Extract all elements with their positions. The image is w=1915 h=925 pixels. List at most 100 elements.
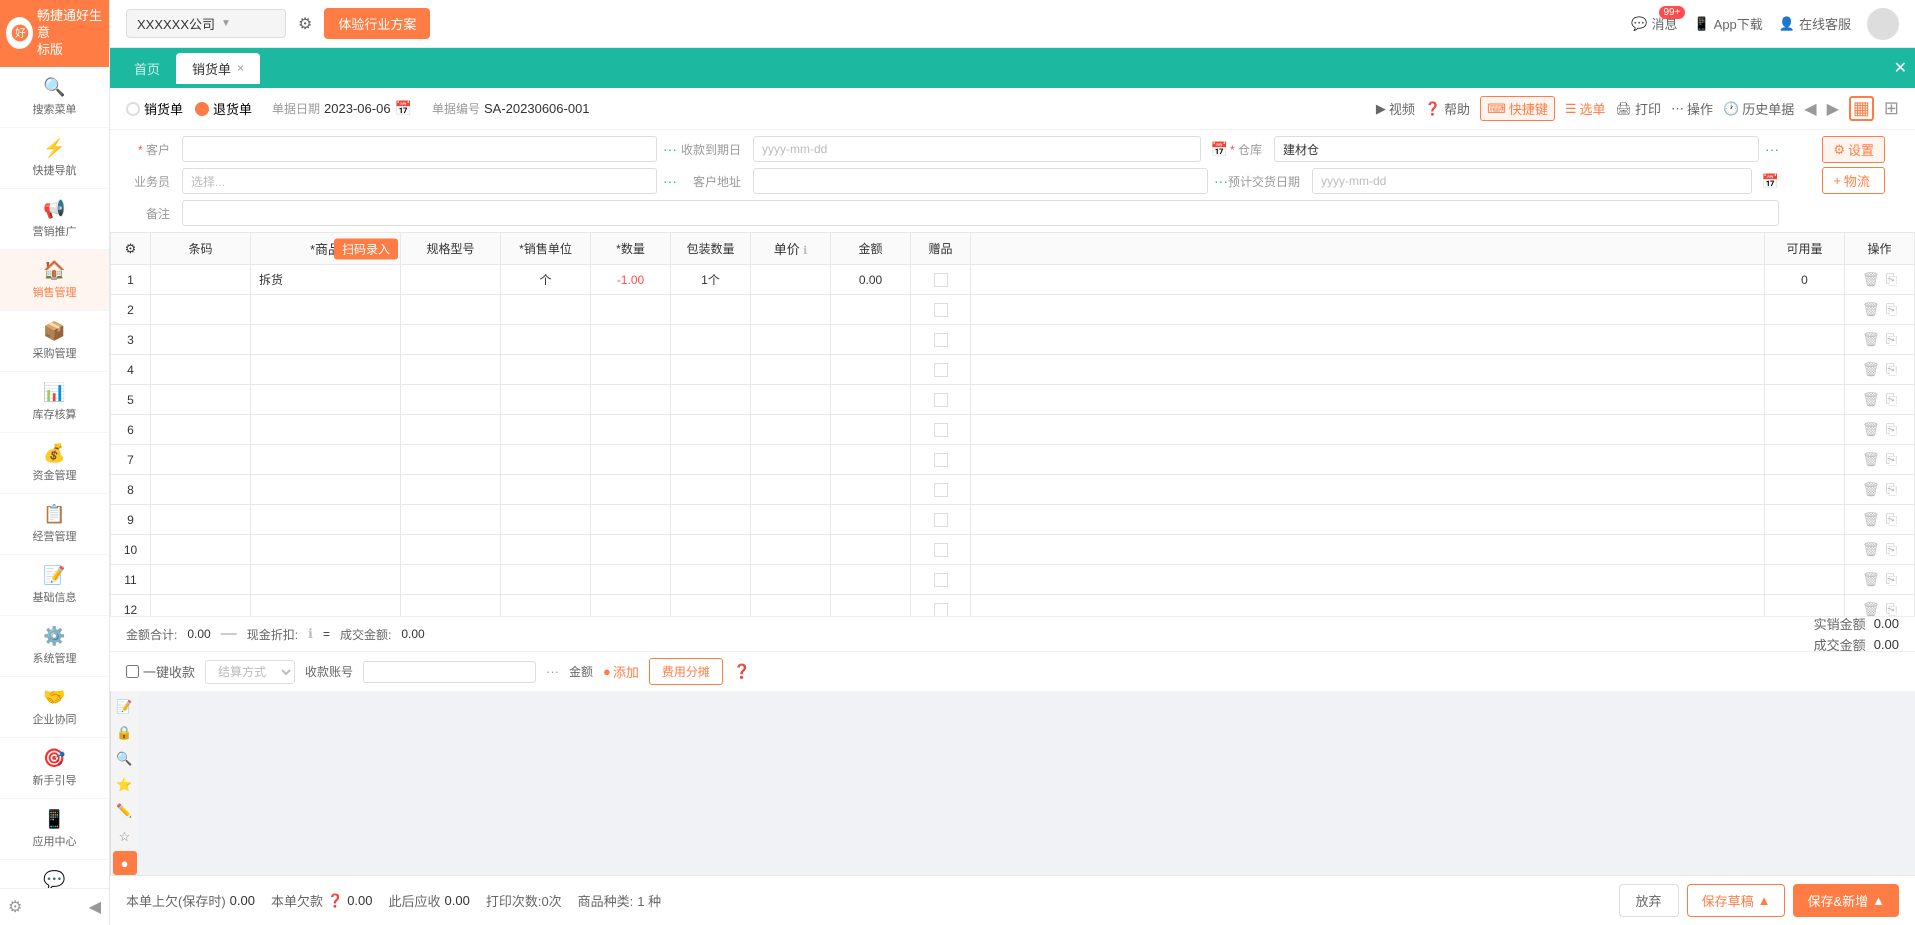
sidebar-item-inventory[interactable]: 📊 库存核算	[0, 372, 109, 433]
copy-icon[interactable]: ⎘	[1886, 541, 1897, 558]
cell-barcode[interactable]	[151, 505, 251, 535]
cell-price[interactable]	[751, 295, 831, 325]
cell-qty[interactable]	[591, 535, 671, 565]
paydate-calendar-icon[interactable]: 📅	[1211, 141, 1228, 158]
cell-pkgqty[interactable]: 1个	[671, 265, 751, 295]
cell-price[interactable]	[751, 475, 831, 505]
delivery-calendar-icon[interactable]: 📅	[1762, 173, 1779, 190]
save-new-button[interactable]: 保存&新增 ▲	[1793, 884, 1899, 917]
one-click-payment-label[interactable]: 一键收款	[126, 662, 195, 681]
discard-button[interactable]: 放弃	[1619, 884, 1679, 917]
sidebar-item-operations[interactable]: 📋 经营管理	[0, 494, 109, 555]
cell-product[interactable]	[251, 595, 401, 617]
copy-icon[interactable]: ⎘	[1886, 391, 1897, 408]
cell-product[interactable]: 拆货	[251, 265, 401, 295]
cell-pkgqty[interactable]	[671, 415, 751, 445]
remark-input[interactable]	[182, 200, 1779, 226]
company-selector[interactable]: XXXXXX公司 ▼	[126, 9, 286, 38]
overdue-help-icon[interactable]: ❓	[327, 893, 343, 909]
sidebar-item-quick[interactable]: ⚡ 快捷导航	[0, 128, 109, 189]
customer-input[interactable]	[182, 136, 657, 162]
cell-spec[interactable]	[401, 265, 501, 295]
rp-star-icon[interactable]: ⭐	[113, 773, 137, 797]
scan-button[interactable]: 扫码录入	[334, 238, 398, 259]
cell-spec[interactable]	[401, 325, 501, 355]
cell-gift[interactable]	[911, 595, 971, 617]
cell-spec[interactable]	[401, 385, 501, 415]
expense-help-icon[interactable]: ❓	[733, 663, 750, 680]
cell-spec[interactable]	[401, 445, 501, 475]
cell-unit[interactable]: 个	[501, 265, 591, 295]
tab-bar-close-icon[interactable]: ✕	[1894, 58, 1907, 78]
cell-amount[interactable]	[831, 565, 911, 595]
cell-barcode[interactable]	[151, 415, 251, 445]
rp-lock-icon[interactable]: 🔒	[113, 721, 137, 745]
cell-barcode[interactable]	[151, 355, 251, 385]
sidebar-settings-icon[interactable]: ⚙	[8, 897, 22, 917]
cell-pkgqty[interactable]	[671, 505, 751, 535]
cell-product[interactable]	[251, 535, 401, 565]
cell-price[interactable]	[751, 415, 831, 445]
warehouse-input[interactable]: 建材仓	[1274, 136, 1759, 162]
tab-sales-order[interactable]: 销货单 ×	[176, 53, 260, 84]
cell-qty[interactable]	[591, 355, 671, 385]
cell-gift[interactable]	[911, 265, 971, 295]
cell-price[interactable]	[751, 385, 831, 415]
account-ellipsis-icon[interactable]: ···	[546, 664, 559, 679]
cell-unit[interactable]	[501, 505, 591, 535]
cell-pkgqty[interactable]	[671, 355, 751, 385]
warehouse-ellipsis-icon[interactable]: ···	[1765, 141, 1779, 157]
rp-orange-icon[interactable]: ●	[113, 851, 137, 875]
cell-qty[interactable]	[591, 385, 671, 415]
sidebar-item-sales[interactable]: 🏠 销售管理	[0, 250, 109, 311]
cell-spec[interactable]	[401, 415, 501, 445]
cell-product[interactable]	[251, 475, 401, 505]
sidebar-item-search[interactable]: 🔍 搜索菜单	[0, 67, 109, 128]
history-btn[interactable]: 🕐 历史单据	[1723, 99, 1794, 118]
cell-pkgqty[interactable]	[671, 475, 751, 505]
cell-barcode[interactable]	[151, 385, 251, 415]
cell-pkgqty[interactable]	[671, 565, 751, 595]
cell-amount[interactable]	[831, 445, 911, 475]
cell-product[interactable]	[251, 385, 401, 415]
cell-price[interactable]	[751, 565, 831, 595]
address-input[interactable]	[753, 168, 1208, 194]
expense-split-button[interactable]: 费用分摊	[649, 658, 723, 685]
cell-qty[interactable]	[591, 595, 671, 617]
cell-pkgqty[interactable]	[671, 385, 751, 415]
message-action[interactable]: 💬 消息 99+	[1631, 14, 1677, 33]
shortcut-btn[interactable]: ⌨ 快捷键	[1480, 96, 1555, 121]
cell-barcode[interactable]	[151, 535, 251, 565]
cell-amount[interactable]	[831, 595, 911, 617]
delete-icon[interactable]: 🗑	[1862, 571, 1880, 588]
discount-help-icon[interactable]: ℹ	[308, 626, 313, 642]
sidebar-item-system[interactable]: ⚙️ 系统管理	[0, 616, 109, 677]
copy-icon[interactable]: ⎘	[1886, 331, 1897, 348]
cell-unit[interactable]	[501, 295, 591, 325]
price-help-icon[interactable]: ℹ	[803, 245, 807, 257]
cell-qty[interactable]	[591, 565, 671, 595]
grid-view-icon[interactable]: ⊞	[1884, 98, 1899, 119]
sidebar-item-appCenter[interactable]: 📱 应用中心	[0, 799, 109, 860]
copy-icon[interactable]: ⎘	[1886, 421, 1897, 438]
op-btn[interactable]: ⋯ 操作	[1671, 99, 1713, 118]
cell-barcode[interactable]	[151, 595, 251, 617]
delete-icon[interactable]: 🗑	[1862, 511, 1880, 528]
cell-product[interactable]	[251, 355, 401, 385]
rp-fav-icon[interactable]: ☆	[113, 825, 137, 849]
prev-icon[interactable]: ◀	[1804, 99, 1816, 119]
cell-spec[interactable]	[401, 295, 501, 325]
avatar[interactable]	[1867, 8, 1899, 40]
cell-barcode[interactable]	[151, 265, 251, 295]
cell-unit[interactable]	[501, 595, 591, 617]
cell-spec[interactable]	[401, 565, 501, 595]
paydate-input[interactable]: yyyy-mm-dd	[753, 136, 1201, 162]
cell-amount[interactable]	[831, 535, 911, 565]
cell-price[interactable]	[751, 505, 831, 535]
cell-qty[interactable]	[591, 415, 671, 445]
delete-icon[interactable]: 🗑	[1862, 391, 1880, 408]
copy-icon[interactable]: ⎘	[1886, 361, 1897, 378]
delete-icon[interactable]: 🗑	[1862, 271, 1880, 288]
cell-barcode[interactable]	[151, 295, 251, 325]
cell-amount[interactable]	[831, 355, 911, 385]
